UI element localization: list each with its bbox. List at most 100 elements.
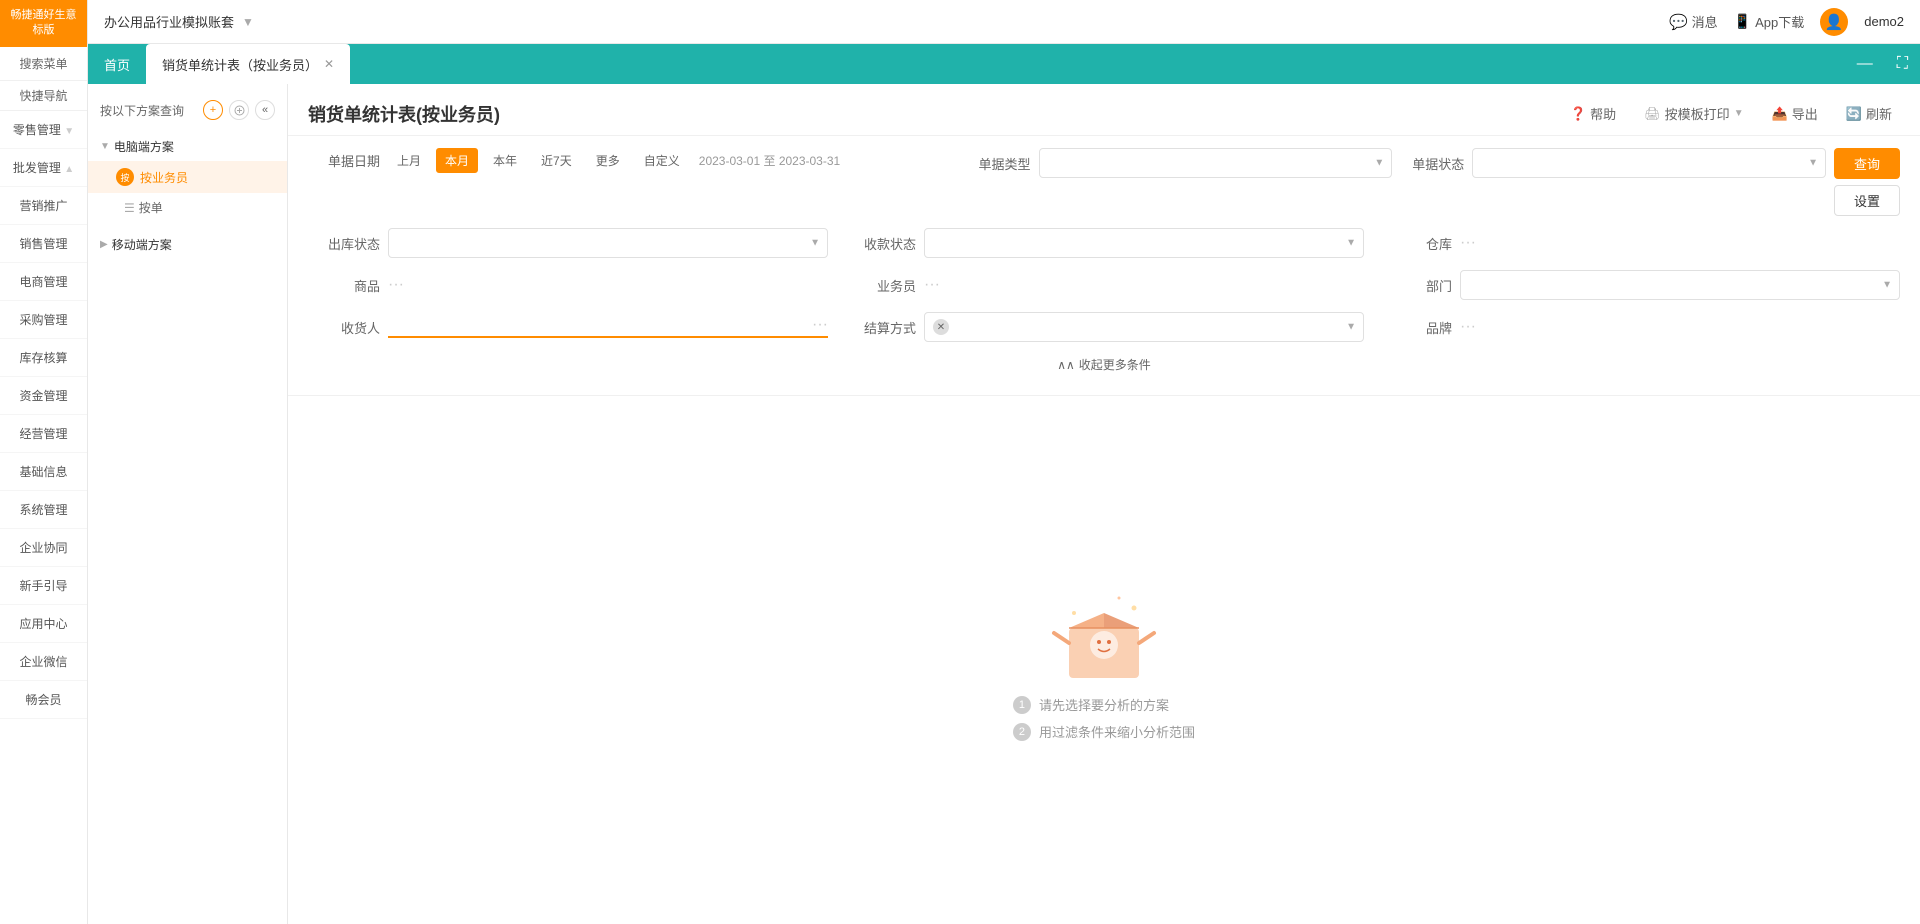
main-area: 办公用品行业模拟账套 ▼ 💬 消息 📱 App下载 👤 demo2 首页 销货单… <box>88 0 1920 924</box>
marketing-label: 营销推广 <box>19 199 67 213</box>
mobile-icon: 📱 <box>1734 13 1751 30</box>
doc-type-filter-cell: 单据类型 ▼ <box>959 148 1393 178</box>
tip-num-1: 1 <box>1013 696 1031 714</box>
empty-illustration <box>1044 583 1164 683</box>
sidebar-item-inventory[interactable]: 库存核算 <box>0 339 87 377</box>
export-label: 导出 <box>1792 104 1818 123</box>
sidebar-quicknav[interactable]: 快捷导航 <box>0 81 87 111</box>
sidebar-item-wholesale[interactable]: 批发管理 ▲ <box>0 149 87 187</box>
maximize-icon: ⛶ <box>1897 55 1908 73</box>
brand-dots[interactable]: ··· <box>1460 318 1476 336</box>
sidebar-item-system[interactable]: 系统管理 <box>0 491 87 529</box>
print-icon: 🖨 <box>1644 106 1661 122</box>
enterprise-label: 企业协同 <box>19 541 67 555</box>
payment-select[interactable]: ✕ <box>924 312 1364 342</box>
goods-label: 商品 <box>308 276 388 295</box>
topbar: 办公用品行业模拟账套 ▼ 💬 消息 📱 App下载 👤 demo2 <box>88 0 1920 44</box>
app-download-label: App下载 <box>1755 12 1804 31</box>
goods-dots[interactable]: ··· <box>388 276 404 294</box>
consignee-filter-cell: ··· <box>388 316 828 338</box>
sidebar-item-purchase[interactable]: 采购管理 <box>0 301 87 339</box>
right-content: 单据日期 上月 本月 本年 近7天 更多 自定义 2023-03-01 至 20… <box>288 136 1920 924</box>
sidebar-item-enterprise[interactable]: 企业协同 <box>0 529 87 567</box>
sidebar-item-operations[interactable]: 经营管理 <box>0 415 87 453</box>
content-area: 按以下方案查询 + « ▼ 电脑端方案 按 按业务员 <box>88 84 1920 924</box>
help-btn[interactable]: ❓ 帮助 <box>1562 100 1624 127</box>
collapse-panel-btn[interactable]: « <box>255 100 275 120</box>
tab-maximize-btn[interactable]: ⛶ <box>1885 44 1920 84</box>
sidebar-item-marketing[interactable]: 营销推广 <box>0 187 87 225</box>
sidebar-item-wechat[interactable]: 企业微信 <box>0 643 87 681</box>
message-label: 消息 <box>1692 12 1718 31</box>
sidebar-item-ecommerce[interactable]: 电商管理 <box>0 263 87 301</box>
tab-minimize-btn[interactable]: — <box>1845 44 1885 84</box>
mobile-schemes-title[interactable]: ▶ 移动端方案 <box>88 230 287 259</box>
page-title: 销货单统计表(按业务员) <box>308 101 500 127</box>
doc-type-select[interactable] <box>1039 148 1393 178</box>
settings-btn[interactable]: 设置 <box>1834 185 1900 216</box>
sidebar-logo[interactable]: 畅捷通好生意 标版 <box>0 0 87 47</box>
avatar-img: 👤 <box>1825 13 1844 31</box>
out-status-select[interactable] <box>388 228 828 258</box>
date-btn-current-month[interactable]: 本月 <box>436 148 478 173</box>
app-download-btn[interactable]: 📱 App下载 <box>1734 12 1805 31</box>
edit-scheme-btn[interactable] <box>229 100 249 120</box>
dept-select[interactable] <box>1460 270 1900 300</box>
filter-row-2: 出库状态 ▼ 收款状态 ▼ 仓库 ··· <box>308 228 1900 258</box>
sidebar: 畅捷通好生意 标版 搜索菜单 快捷导航 零售管理 ▼ 批发管理 ▲ 营销推广 销… <box>0 0 88 924</box>
sidebar-item-retail[interactable]: 零售管理 ▼ <box>0 111 87 149</box>
consignee-dots[interactable]: ··· <box>812 316 828 334</box>
sidebar-item-newbie[interactable]: 新手引导 <box>0 567 87 605</box>
collapse-btn[interactable]: ∧∧ 收起更多条件 <box>308 350 1900 379</box>
refresh-btn[interactable]: 🔄 刷新 <box>1838 100 1900 127</box>
export-btn[interactable]: 📤 导出 <box>1764 100 1826 127</box>
sidebar-item-member[interactable]: 畅会员 <box>0 681 87 719</box>
doc-status-select[interactable] <box>1472 148 1826 178</box>
sidebar-item-basics[interactable]: 基础信息 <box>0 453 87 491</box>
sidebar-items: 零售管理 ▼ 批发管理 ▲ 营销推广 销售管理 电商管理 采购管理 库存核算 资… <box>0 111 87 924</box>
refresh-icon: 🔄 <box>1846 106 1862 122</box>
user-avatar[interactable]: 👤 <box>1820 8 1848 36</box>
doc-status-label: 单据状态 <box>1392 154 1472 173</box>
date-btn-last-month[interactable]: 上月 <box>388 148 430 173</box>
receipt-status-select[interactable] <box>924 228 1364 258</box>
sidebar-search[interactable]: 搜索菜单 <box>0 47 87 81</box>
filter-divider <box>288 395 1920 396</box>
scheme-by-order[interactable]: ☰ 按单 <box>88 193 287 222</box>
doc-type-select-wrap: ▼ <box>1039 148 1393 178</box>
date-btn-custom[interactable]: 自定义 <box>635 148 689 173</box>
query-btn[interactable]: 查询 <box>1834 148 1900 179</box>
username-label[interactable]: demo2 <box>1864 14 1904 29</box>
staff-dots[interactable]: ··· <box>924 276 940 294</box>
wechat-label: 企业微信 <box>19 655 67 669</box>
warehouse-dots[interactable]: ··· <box>1460 234 1476 252</box>
date-btn-7days[interactable]: 近7天 <box>532 148 581 173</box>
date-range-text: 2023-03-01 至 2023-03-31 <box>699 152 840 169</box>
desktop-schemes-label: 电脑端方案 <box>114 138 174 155</box>
scheme-by-order-label: 按单 <box>139 199 163 216</box>
sidebar-item-finance[interactable]: 资金管理 <box>0 377 87 415</box>
payment-x-btn[interactable]: ✕ <box>933 319 949 335</box>
desktop-schemes-title[interactable]: ▼ 电脑端方案 <box>88 132 287 161</box>
date-btn-current-year[interactable]: 本年 <box>484 148 526 173</box>
desktop-schemes-section: ▼ 电脑端方案 按 按业务员 ☰ 按单 <box>88 128 287 226</box>
finance-label: 资金管理 <box>19 389 67 403</box>
sidebar-item-sales[interactable]: 销售管理 <box>0 225 87 263</box>
add-scheme-btn[interactable]: + <box>203 100 223 120</box>
topbar-dropdown-icon[interactable]: ▼ <box>242 15 254 29</box>
consignee-input[interactable] <box>388 318 812 333</box>
retail-label: 零售管理 <box>13 123 61 137</box>
message-btn[interactable]: 💬 消息 <box>1669 12 1718 31</box>
print-btn[interactable]: 🖨 按模板打印 ▼ <box>1636 100 1751 127</box>
collapse-up-icon: ∧∧ <box>1057 358 1075 372</box>
filter-row-3: 商品 ··· 业务员 ··· 部门 ▼ <box>308 270 1900 300</box>
wholesale-label: 批发管理 <box>13 161 61 175</box>
sidebar-item-apps[interactable]: 应用中心 <box>0 605 87 643</box>
scheme-by-staff[interactable]: 按 按业务员 <box>88 161 287 193</box>
basics-label: 基础信息 <box>19 465 67 479</box>
tab-sales-stats[interactable]: 销货单统计表（按业务员） ✕ <box>146 44 350 84</box>
doc-status-filter-cell: 单据状态 ▼ <box>1392 148 1826 178</box>
date-btn-more[interactable]: 更多 <box>587 148 629 173</box>
tab-home[interactable]: 首页 <box>88 44 146 84</box>
tab-close-icon[interactable]: ✕ <box>324 57 334 71</box>
